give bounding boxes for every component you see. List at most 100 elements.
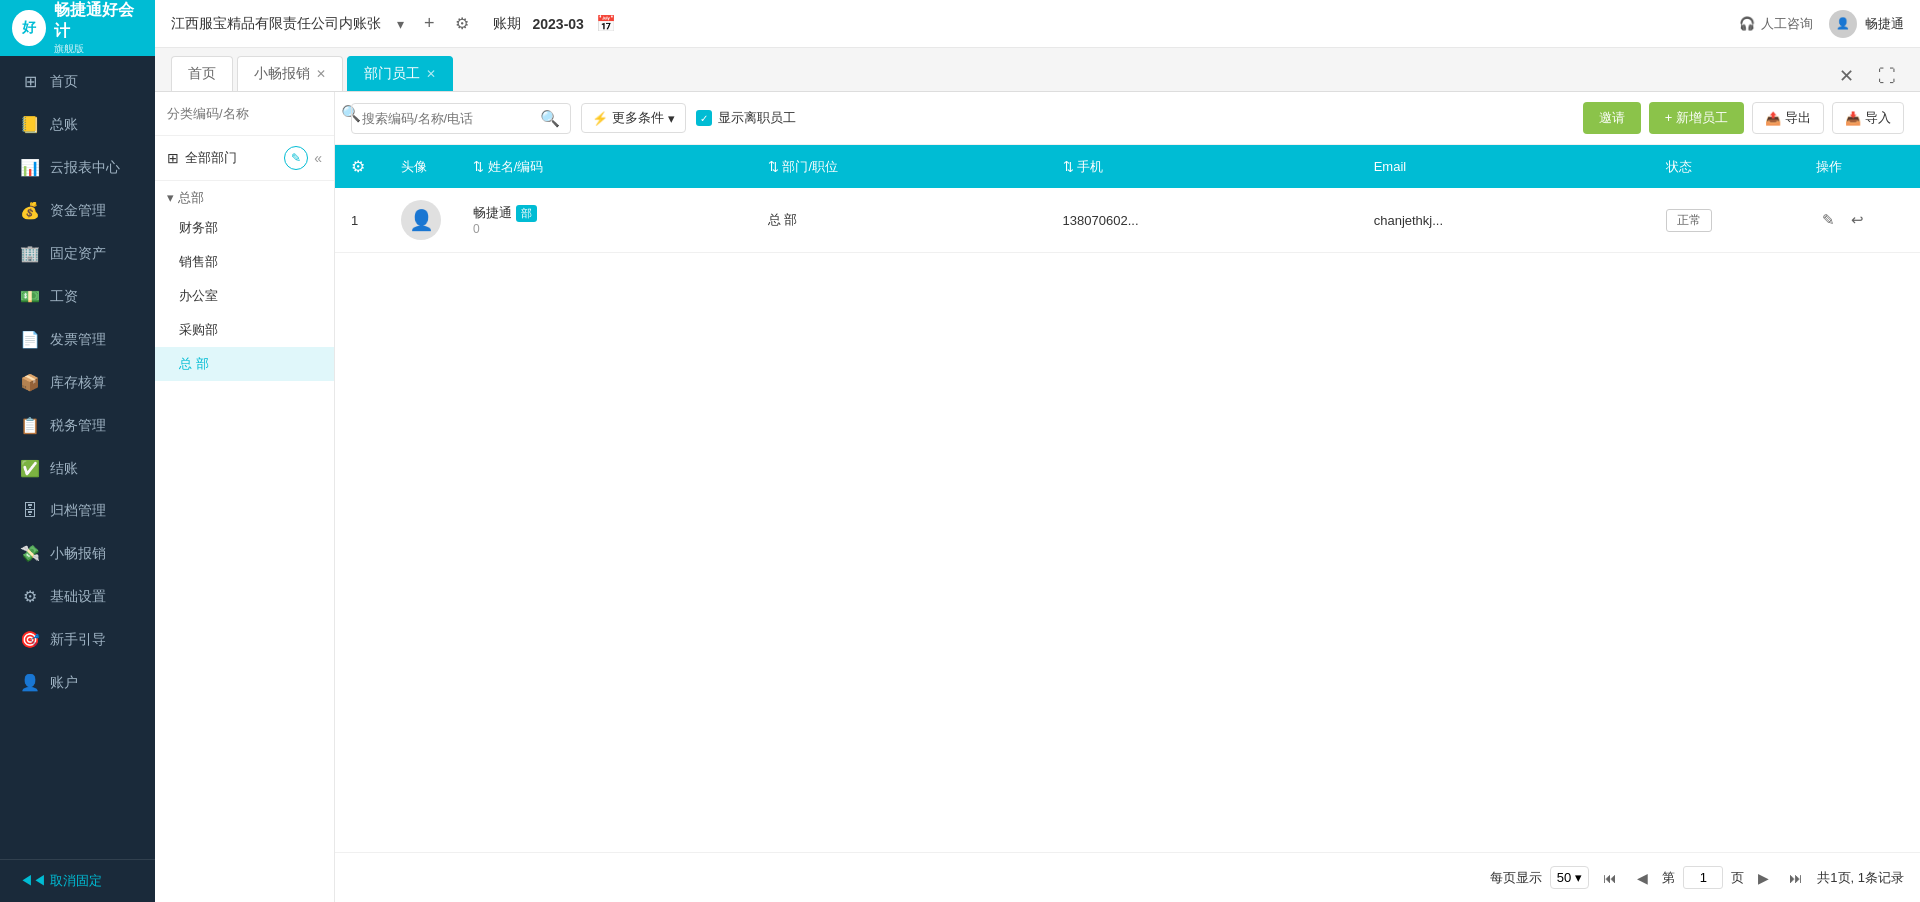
company-dropdown-button[interactable]: ▾ <box>393 12 408 36</box>
sidebar-item-label: 工资 <box>50 288 78 306</box>
page-size-select[interactable]: 50 ▾ <box>1550 866 1589 889</box>
sidebar-item-reports[interactable]: 📊 云报表中心 <box>0 146 155 189</box>
search-input[interactable] <box>362 111 534 126</box>
sidebar-item-checkout[interactable]: ✅ 结账 <box>0 447 155 490</box>
sidebar-item-guide[interactable]: 🎯 新手引导 <box>0 618 155 661</box>
dept-item-finance[interactable]: 财务部 <box>155 211 334 245</box>
page-prev-button[interactable]: ◀ <box>1631 867 1654 889</box>
content-area: 🔍 ⊞ 全部部门 ✎ « ▾ 总部 财务部 销售部 办公室 采购部 总 部 <box>155 92 1920 902</box>
sidebar-item-label: 云报表中心 <box>50 159 120 177</box>
export-button[interactable]: 📤 导出 <box>1752 102 1824 134</box>
tab-home[interactable]: 首页 <box>171 56 233 91</box>
customer-service-label: 人工咨询 <box>1761 15 1813 33</box>
tab-dept-employee[interactable]: 部门员工 ✕ <box>347 56 453 91</box>
tab-xiaochang[interactable]: 小畅报销 ✕ <box>237 56 343 91</box>
funds-icon: 💰 <box>20 201 40 220</box>
dept-item-office[interactable]: 办公室 <box>155 279 334 313</box>
dept-item-general[interactable]: 总 部 <box>155 347 334 381</box>
sidebar-item-ledger[interactable]: 📒 总账 <box>0 103 155 146</box>
basic-icon: ⚙ <box>20 587 40 606</box>
import-label: 导入 <box>1865 109 1891 127</box>
inventory-icon: 📦 <box>20 373 40 392</box>
dept-search-input[interactable] <box>167 106 335 121</box>
wages-icon: 💵 <box>20 287 40 306</box>
sidebar-item-account[interactable]: 👤 账户 <box>0 661 155 704</box>
calendar-icon[interactable]: 📅 <box>596 14 616 33</box>
sidebar-item-wages[interactable]: 💵 工资 <box>0 275 155 318</box>
cancel-pin-label: ◀◀ 取消固定 <box>20 872 102 890</box>
page-input[interactable] <box>1683 866 1723 889</box>
tab-xiaochang-close[interactable]: ✕ <box>316 67 326 81</box>
sidebar-item-label: 归档管理 <box>50 502 106 520</box>
sidebar-item-invoice[interactable]: 📄 发票管理 <box>0 318 155 361</box>
tab-actions: ✕ ⛶ <box>1831 61 1904 91</box>
employee-toolbar: 🔍 ⚡ 更多条件 ▾ ✓ 显示离职员工 邀请 + 新增员工 <box>335 92 1920 145</box>
dept-search: 🔍 <box>155 92 334 136</box>
assets-icon: 🏢 <box>20 244 40 263</box>
tab-dept-close[interactable]: ✕ <box>426 67 436 81</box>
sort-name-icon: ⇅ <box>473 159 488 174</box>
cancel-pin-button[interactable]: ◀◀ 取消固定 <box>0 859 155 902</box>
user-name: 畅捷通 <box>1865 15 1904 33</box>
customer-service-button[interactable]: 🎧 人工咨询 <box>1739 15 1813 33</box>
row-actions: ✎ ↩ <box>1800 188 1920 253</box>
logo-sub: 旗舰版 <box>54 42 143 56</box>
more-filter-button[interactable]: ⚡ 更多条件 ▾ <box>581 103 686 133</box>
dept-item-sales[interactable]: 销售部 <box>155 245 334 279</box>
employee-code: 0 <box>473 222 736 236</box>
sidebar-item-funds[interactable]: 💰 资金管理 <box>0 189 155 232</box>
dept-collapse-button[interactable]: « <box>314 150 322 166</box>
sidebar-item-label: 库存核算 <box>50 374 106 392</box>
tab-close-button[interactable]: ✕ <box>1831 61 1862 91</box>
col-settings-header: ⚙ <box>335 145 385 188</box>
show-resigned-checkbox[interactable]: ✓ <box>696 110 712 126</box>
logout-button[interactable]: ↩ <box>1845 209 1870 231</box>
col-phone-header[interactable]: ⇅ 手机 <box>1047 145 1358 188</box>
sidebar-item-xiaochang[interactable]: 💸 小畅报销 <box>0 532 155 575</box>
edit-button[interactable]: ✎ <box>1816 209 1841 231</box>
sidebar-item-basic[interactable]: ⚙ 基础设置 <box>0 575 155 618</box>
row-email: chanjethkj... <box>1358 188 1650 253</box>
settings-col-icon[interactable]: ⚙ <box>351 158 365 175</box>
logo-icon: 好 <box>12 10 46 46</box>
logo: 好 畅捷通好会计 旗舰版 <box>0 0 155 56</box>
col-name-header[interactable]: ⇅ 姓名/编码 <box>457 145 752 188</box>
grid-icon: ⊞ <box>167 150 179 166</box>
sidebar-item-tax[interactable]: 📋 税务管理 <box>0 404 155 447</box>
all-depts[interactable]: ⊞ 全部部门 <box>167 149 237 167</box>
sidebar-item-label: 税务管理 <box>50 417 106 435</box>
import-button[interactable]: 📥 导入 <box>1832 102 1904 134</box>
user-info[interactable]: 👤 畅捷通 <box>1829 10 1904 38</box>
sidebar-item-archive[interactable]: 🗄 归档管理 <box>0 490 155 532</box>
dept-edit-button[interactable]: ✎ <box>284 146 308 170</box>
tab-home-label: 首页 <box>188 65 216 83</box>
page-next-button[interactable]: ▶ <box>1752 867 1775 889</box>
add-employee-button[interactable]: + 新增员工 <box>1649 102 1744 134</box>
employee-name: 畅捷通 <box>473 204 512 222</box>
chevron-down-icon: ▾ <box>668 111 675 126</box>
page-last-button[interactable]: ⏭ <box>1783 867 1809 889</box>
invite-button[interactable]: 邀请 <box>1583 102 1641 134</box>
settings-button[interactable]: ⚙ <box>451 10 473 37</box>
tab-expand-button[interactable]: ⛶ <box>1870 62 1904 91</box>
page-first-button[interactable]: ⏮ <box>1597 867 1623 889</box>
dept-group-hq: ▾ 总部 <box>155 181 334 211</box>
page-size-chevron: ▾ <box>1575 870 1582 885</box>
page-size-label: 每页显示 <box>1490 869 1542 887</box>
more-filter-label: 更多条件 <box>612 109 664 127</box>
checkout-icon: ✅ <box>20 459 40 478</box>
guide-icon: 🎯 <box>20 630 40 649</box>
sidebar-item-inventory[interactable]: 📦 库存核算 <box>0 361 155 404</box>
tabbar: 首页 小畅报销 ✕ 部门员工 ✕ ✕ ⛶ <box>155 48 1920 92</box>
page-di-label: 第 <box>1662 869 1675 887</box>
sidebar-item-assets[interactable]: 🏢 固定资产 <box>0 232 155 275</box>
dept-item-purchase[interactable]: 采购部 <box>155 313 334 347</box>
add-account-button[interactable]: + <box>420 9 439 38</box>
col-dept-header[interactable]: ⇅ 部门/职位 <box>752 145 1047 188</box>
invoice-icon: 📄 <box>20 330 40 349</box>
tax-icon: 📋 <box>20 416 40 435</box>
sidebar-item-home[interactable]: ⊞ 首页 <box>0 60 155 103</box>
search-icon[interactable]: 🔍 <box>540 109 560 128</box>
archive-icon: 🗄 <box>20 502 40 520</box>
topbar-right: 🎧 人工咨询 👤 畅捷通 <box>1739 10 1904 38</box>
